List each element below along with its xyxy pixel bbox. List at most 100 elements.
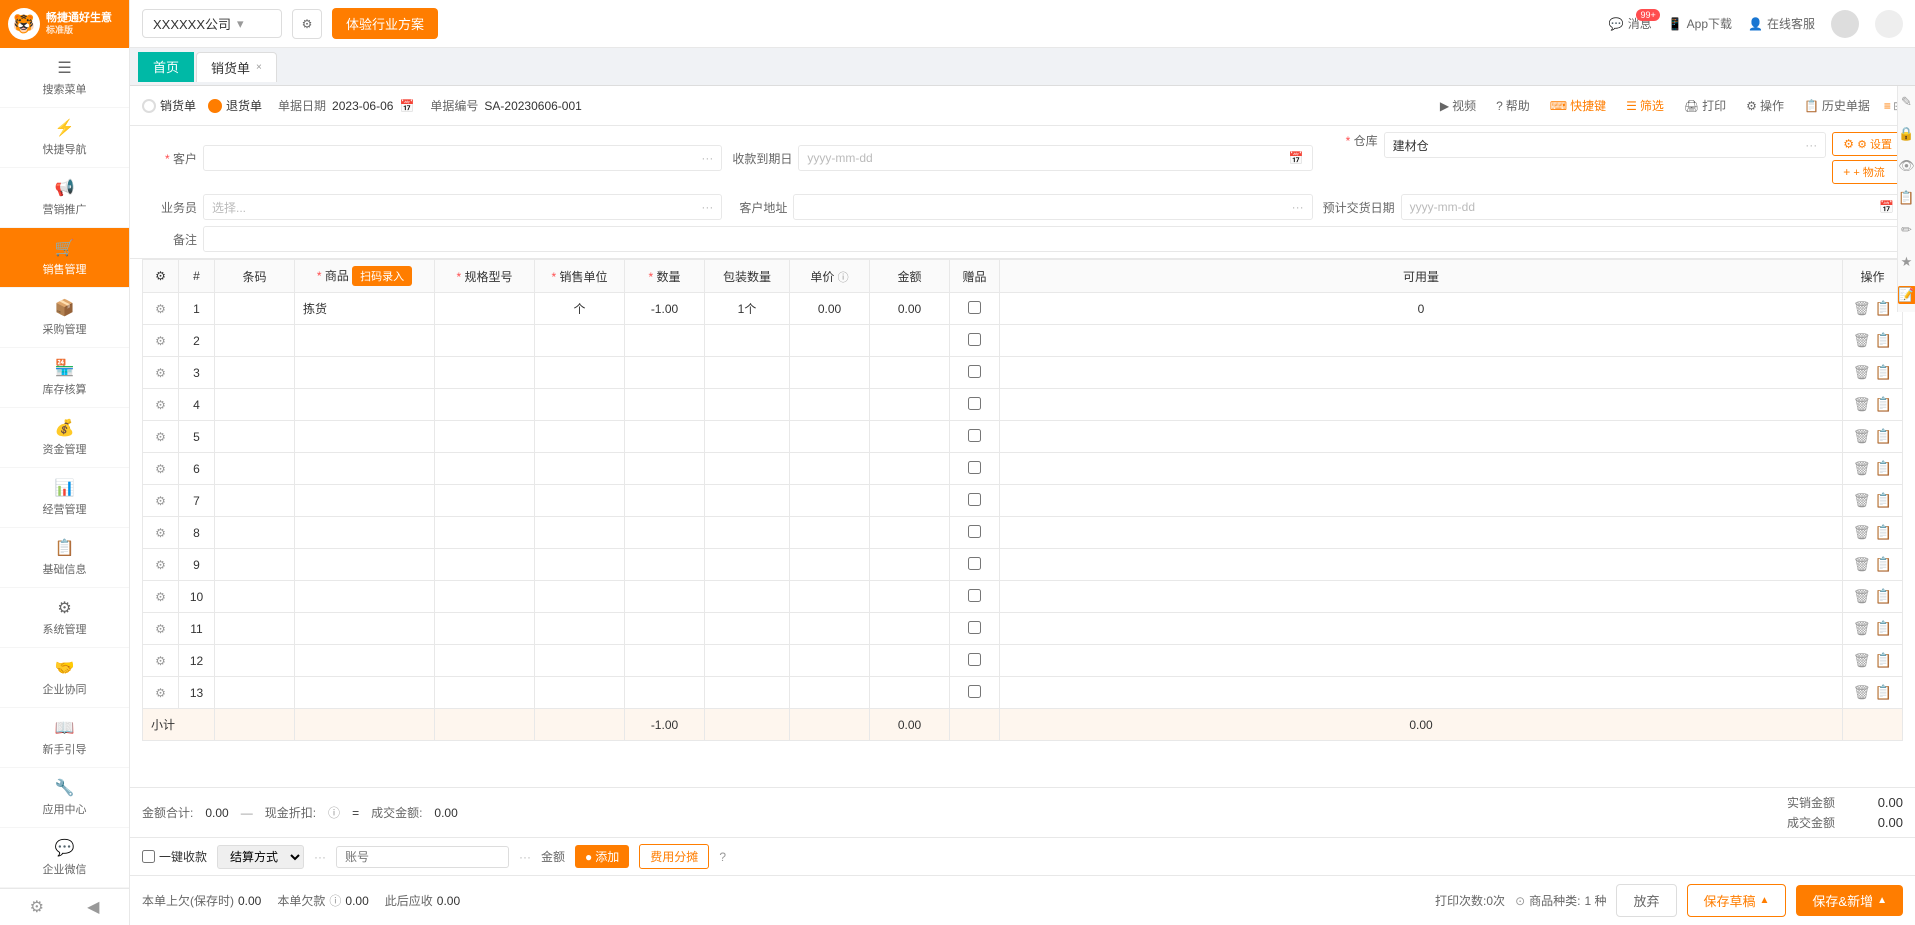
copy-icon-12[interactable]: 📋: [1875, 684, 1892, 701]
cell-gift-0[interactable]: [950, 293, 1000, 325]
cell-settings-1[interactable]: ⚙: [143, 325, 179, 357]
cell-qty-11[interactable]: [625, 645, 705, 677]
user-avatar2[interactable]: [1875, 10, 1903, 38]
warehouse-input[interactable]: 建材仓 ···: [1384, 132, 1827, 158]
cell-price-6[interactable]: [790, 485, 870, 517]
cell-barcode-12[interactable]: [215, 677, 295, 709]
cell-settings-6[interactable]: ⚙: [143, 485, 179, 517]
delete-icon-11[interactable]: 🗑: [1853, 652, 1871, 669]
right-panel-icon-7[interactable]: 📝: [1898, 286, 1915, 304]
sidebar-item-search[interactable]: ☰ 搜索菜单: [0, 48, 129, 108]
cell-price-0[interactable]: 0.00: [790, 293, 870, 325]
cell-unit-7[interactable]: [535, 517, 625, 549]
cell-settings-0[interactable]: ⚙: [143, 293, 179, 325]
cell-pkg-qty-11[interactable]: [705, 645, 790, 677]
cell-product-3[interactable]: [295, 389, 435, 421]
cell-settings-12[interactable]: ⚙: [143, 677, 179, 709]
cell-gift-1[interactable]: [950, 325, 1000, 357]
cell-amount-6[interactable]: [870, 485, 950, 517]
cell-settings-11[interactable]: ⚙: [143, 645, 179, 677]
cell-price-5[interactable]: [790, 453, 870, 485]
sidebar-item-wechat[interactable]: 💬 企业微信: [0, 828, 129, 888]
cell-qty-3[interactable]: [625, 389, 705, 421]
copy-icon-1[interactable]: 📋: [1875, 332, 1892, 349]
cell-pkg-qty-7[interactable]: [705, 517, 790, 549]
copy-icon-8[interactable]: 📋: [1875, 556, 1892, 573]
cell-pkg-qty-6[interactable]: [705, 485, 790, 517]
cell-gift-12[interactable]: [950, 677, 1000, 709]
cell-product-1[interactable]: [295, 325, 435, 357]
cell-unit-1[interactable]: [535, 325, 625, 357]
add-payment-button[interactable]: ● 添加: [575, 845, 629, 868]
cell-spec-6[interactable]: [435, 485, 535, 517]
delete-icon-1[interactable]: 🗑: [1853, 332, 1871, 349]
sidebar-item-inventory[interactable]: 🏪 库存核算: [0, 348, 129, 408]
deficit-info-icon[interactable]: ⓘ: [329, 892, 341, 909]
cell-product-5[interactable]: [295, 453, 435, 485]
cell-product-10[interactable]: [295, 613, 435, 645]
delete-icon-7[interactable]: 🗑: [1853, 524, 1871, 541]
cell-qty-4[interactable]: [625, 421, 705, 453]
cell-gift-4[interactable]: [950, 421, 1000, 453]
cell-spec-11[interactable]: [435, 645, 535, 677]
discount-info-icon[interactable]: ⓘ: [328, 804, 340, 821]
save-new-button[interactable]: 保存&新增 ▲: [1796, 885, 1903, 916]
delete-icon-2[interactable]: 🗑: [1853, 364, 1871, 381]
cell-barcode-2[interactable]: [215, 357, 295, 389]
cell-amount-8[interactable]: [870, 549, 950, 581]
sidebar-item-sales[interactable]: 🛒 销售管理: [0, 228, 129, 288]
cell-pkg-qty-12[interactable]: [705, 677, 790, 709]
tab-home[interactable]: 首页: [138, 52, 194, 82]
collapse-icon[interactable]: ◀: [87, 897, 99, 917]
cell-price-3[interactable]: [790, 389, 870, 421]
copy-icon-6[interactable]: 📋: [1875, 492, 1892, 509]
cell-pkg-qty-0[interactable]: 1个: [705, 293, 790, 325]
cell-price-10[interactable]: [790, 613, 870, 645]
cell-spec-4[interactable]: [435, 421, 535, 453]
customer-addr-input[interactable]: ···: [793, 194, 1312, 220]
copy-icon-10[interactable]: 📋: [1875, 620, 1892, 637]
cell-product-9[interactable]: [295, 581, 435, 613]
cell-settings-8[interactable]: ⚙: [143, 549, 179, 581]
salesperson-input[interactable]: 选择... ···: [203, 194, 722, 220]
cell-product-11[interactable]: [295, 645, 435, 677]
cell-product-0[interactable]: 拣货: [295, 293, 435, 325]
video-button[interactable]: ▶ 视频: [1434, 94, 1482, 117]
copy-icon-9[interactable]: 📋: [1875, 588, 1892, 605]
cell-product-7[interactable]: [295, 517, 435, 549]
cell-qty-1[interactable]: [625, 325, 705, 357]
cell-price-2[interactable]: [790, 357, 870, 389]
delete-icon-0[interactable]: 🗑: [1853, 300, 1871, 317]
sidebar-item-quick-nav[interactable]: ⚡ 快捷导航: [0, 108, 129, 168]
delete-icon-6[interactable]: 🗑: [1853, 492, 1871, 509]
cell-product-6[interactable]: [295, 485, 435, 517]
cell-spec-1[interactable]: [435, 325, 535, 357]
copy-icon-0[interactable]: 📋: [1875, 300, 1892, 317]
cell-gift-8[interactable]: [950, 549, 1000, 581]
print-button[interactable]: 🖨 打印: [1678, 94, 1732, 117]
cell-price-7[interactable]: [790, 517, 870, 549]
cell-pkg-qty-2[interactable]: [705, 357, 790, 389]
cell-amount-5[interactable]: [870, 453, 950, 485]
cell-spec-9[interactable]: [435, 581, 535, 613]
ops-button[interactable]: ⚙ 操作: [1740, 94, 1790, 117]
note-input[interactable]: [203, 226, 1903, 252]
cell-unit-4[interactable]: [535, 421, 625, 453]
cell-qty-10[interactable]: [625, 613, 705, 645]
cell-spec-10[interactable]: [435, 613, 535, 645]
cell-unit-12[interactable]: [535, 677, 625, 709]
cell-product-8[interactable]: [295, 549, 435, 581]
delete-icon-10[interactable]: 🗑: [1853, 620, 1871, 637]
right-panel-icon-2[interactable]: 🔒: [1898, 126, 1914, 142]
cell-gift-3[interactable]: [950, 389, 1000, 421]
cell-product-4[interactable]: [295, 421, 435, 453]
cell-gift-10[interactable]: [950, 613, 1000, 645]
cell-settings-7[interactable]: ⚙: [143, 517, 179, 549]
cell-settings-2[interactable]: ⚙: [143, 357, 179, 389]
cell-settings-3[interactable]: ⚙: [143, 389, 179, 421]
cell-qty-9[interactable]: [625, 581, 705, 613]
cell-settings-9[interactable]: ⚙: [143, 581, 179, 613]
cell-product-12[interactable]: [295, 677, 435, 709]
cell-barcode-8[interactable]: [215, 549, 295, 581]
cell-amount-9[interactable]: [870, 581, 950, 613]
